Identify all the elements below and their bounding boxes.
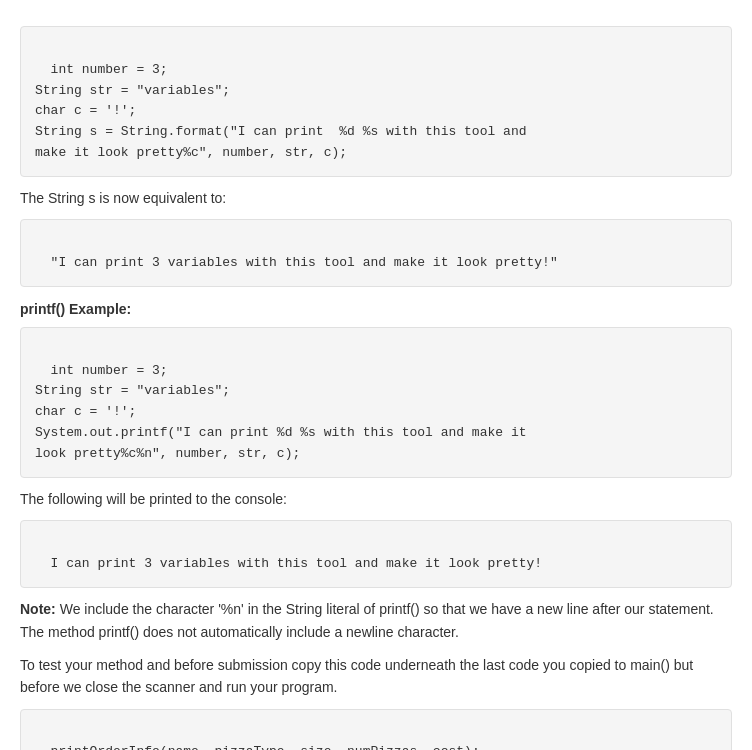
code-block-1: int number = 3; String str = "variables"…: [20, 26, 732, 177]
section-printf-title: printf() Example:: [20, 301, 732, 317]
note-paragraph: Note: We include the character '%n' in t…: [20, 598, 732, 644]
prose-1: The String s is now equivalent to:: [20, 187, 732, 209]
code-block-5: printOrderInfo(name, pizzaType, size, nu…: [20, 709, 732, 751]
prose-2: The following will be printed to the con…: [20, 488, 732, 510]
note-text: We include the character '%n' in the Str…: [20, 601, 714, 640]
note-label: Note:: [20, 601, 56, 617]
code-block-4: I can print 3 variables with this tool a…: [20, 520, 732, 588]
code-block-2: "I can print 3 variables with this tool …: [20, 219, 732, 287]
prose-3: To test your method and before submissio…: [20, 654, 732, 699]
code-block-3: int number = 3; String str = "variables"…: [20, 327, 732, 478]
